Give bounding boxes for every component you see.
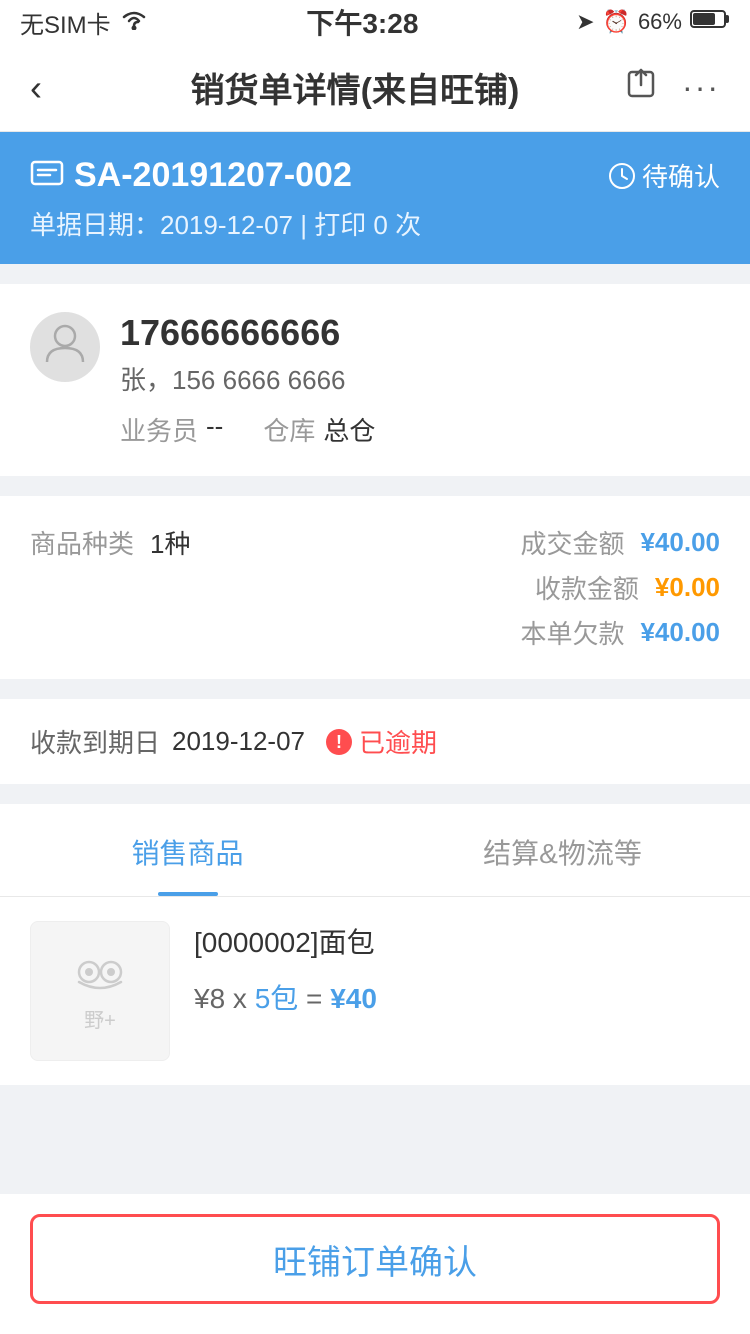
order-status: 待确认 <box>608 157 720 194</box>
avatar-icon <box>43 320 87 374</box>
nav-actions: ··· <box>620 67 720 109</box>
more-icon[interactable]: ··· <box>682 69 720 106</box>
avatar <box>30 312 100 382</box>
carrier-label: 无SIM卡 <box>20 5 111 40</box>
product-price: ¥8 x 5包 = ¥40 <box>194 977 720 1017</box>
payment-due-label: 收款到期日 <box>30 723 160 760</box>
customer-row: 17666666666 张，156 6666 6666 业务员 -- 仓库 总仓 <box>30 312 720 448</box>
warehouse-value: 总仓 <box>323 411 375 448</box>
status-time: 下午3:28 <box>306 2 418 42</box>
page-title: 销货单详情(来自旺铺) <box>90 63 620 112</box>
warehouse-item: 仓库 总仓 <box>263 411 375 448</box>
wifi-icon <box>119 8 149 37</box>
owed-amount-value: ¥40.00 <box>640 617 720 648</box>
customer-meta: 业务员 -- 仓库 总仓 <box>120 411 720 448</box>
tab-sales-products[interactable]: 销售商品 <box>0 804 375 896</box>
product-qty: 5包 <box>255 983 299 1014</box>
share-icon[interactable] <box>624 67 658 109</box>
overdue-section: 收款到期日 2019-12-07 ! 已逾期 <box>0 699 750 784</box>
status-bar: 无SIM卡 下午3:28 ➤ ⏰ 66% <box>0 0 750 44</box>
salesperson-label: 业务员 <box>120 411 198 448</box>
order-id: SA-20191207-002 <box>30 156 352 195</box>
battery-icon <box>690 8 730 36</box>
wangpu-confirm-button[interactable]: 旺铺订单确认 <box>30 1214 720 1304</box>
product-thumbnail: 野+ <box>30 921 170 1061</box>
transaction-amount-value: ¥40.00 <box>640 527 720 558</box>
received-amount-label: 收款金额 <box>535 569 639 606</box>
tabs-section: 销售商品 结算&物流等 野+ <box>0 804 750 1085</box>
salesperson-item: 业务员 -- <box>120 411 223 448</box>
product-types-label: 商品种类 <box>30 524 134 561</box>
amounts-group: 成交金额 ¥40.00 收款金额 ¥0.00 本单欠款 ¥40.00 <box>520 524 720 651</box>
status-left: 无SIM卡 <box>20 5 149 40</box>
transaction-amount-label: 成交金额 <box>520 524 624 561</box>
summary-section: 商品种类 1种 成交金额 ¥40.00 收款金额 ¥0.00 本单欠款 ¥40.… <box>0 496 750 679</box>
customer-info: 17666666666 张，156 6666 6666 业务员 -- 仓库 总仓 <box>120 312 720 448</box>
location-icon: ➤ <box>576 9 594 35</box>
order-header: SA-20191207-002 待确认 单据日期：2019-12-07 | 打印… <box>0 132 750 264</box>
nav-bar: ‹ 销货单详情(来自旺铺) ··· <box>0 44 750 132</box>
overdue-badge: ! 已逾期 <box>325 723 437 760</box>
product-types-group: 商品种类 1种 <box>30 524 190 561</box>
product-name: [0000002]面包 <box>194 921 720 961</box>
battery-label: 66% <box>638 9 682 35</box>
owed-amount-row: 本单欠款 ¥40.00 <box>520 614 720 651</box>
tabs-header: 销售商品 结算&物流等 <box>0 804 750 897</box>
product-separator: = <box>298 983 330 1014</box>
overdue-text: 已逾期 <box>359 723 437 760</box>
tab-settlement-logistics[interactable]: 结算&物流等 <box>375 804 750 896</box>
transaction-amount-row: 成交金额 ¥40.00 <box>520 524 720 561</box>
order-header-top: SA-20191207-002 待确认 <box>30 156 720 195</box>
order-date: 单据日期：2019-12-07 | 打印 0 次 <box>30 205 720 242</box>
bottom-action: 旺铺订单确认 <box>0 1194 750 1334</box>
received-amount-value: ¥0.00 <box>655 572 720 603</box>
salesperson-value: -- <box>206 411 223 448</box>
owed-amount-label: 本单欠款 <box>520 614 624 651</box>
product-total: ¥40 <box>330 983 377 1014</box>
customer-phone: 17666666666 <box>120 312 720 354</box>
payment-due-date: 2019-12-07 <box>172 726 305 757</box>
product-price-base: ¥8 x <box>194 983 255 1014</box>
warehouse-label: 仓库 <box>263 411 315 448</box>
product-details: [0000002]面包 ¥8 x 5包 = ¥40 <box>194 921 720 1017</box>
order-icon <box>30 156 64 195</box>
product-types-value: 1种 <box>150 524 190 561</box>
customer-card: 17666666666 张，156 6666 6666 业务员 -- 仓库 总仓 <box>0 284 750 476</box>
back-button[interactable]: ‹ <box>30 67 90 109</box>
svg-text:!: ! <box>336 732 342 752</box>
product-item: 野+ [0000002]面包 ¥8 x 5包 = ¥40 <box>30 921 720 1061</box>
alarm-icon: ⏰ <box>603 9 630 35</box>
status-right: ➤ ⏰ 66% <box>576 8 730 36</box>
received-amount-row: 收款金额 ¥0.00 <box>535 569 720 606</box>
summary-row: 商品种类 1种 成交金额 ¥40.00 收款金额 ¥0.00 本单欠款 ¥40.… <box>30 524 720 651</box>
product-logo: 野+ <box>65 950 135 1033</box>
product-list: 野+ [0000002]面包 ¥8 x 5包 = ¥40 <box>0 897 750 1085</box>
product-thumb-text: 野+ <box>84 1004 116 1033</box>
customer-name: 张，156 6666 6666 <box>120 360 720 397</box>
